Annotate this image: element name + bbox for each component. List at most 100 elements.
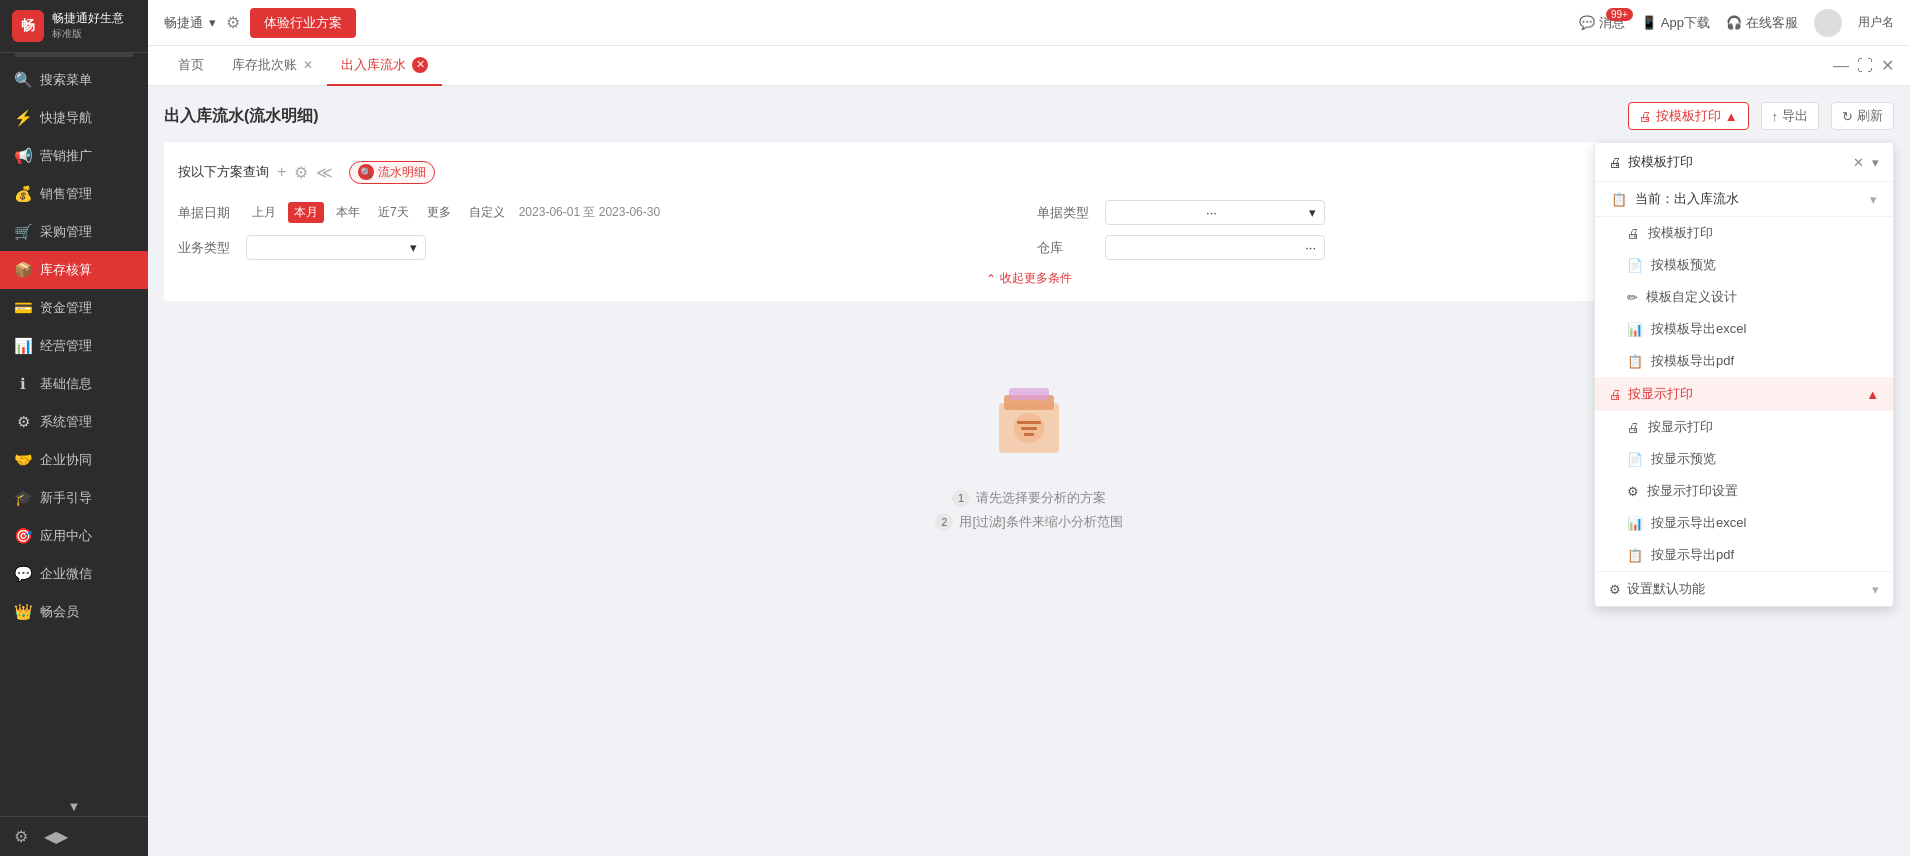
print-icon: 🖨 — [1639, 109, 1652, 124]
warehouse-more-icon: ··· — [1305, 240, 1316, 255]
dropdown-display-preview[interactable]: 📄 按显示预览 — [1595, 443, 1893, 475]
filter-biz-type-item: 业务类型 ▾ — [178, 235, 1021, 260]
tab-inventory-batch-close[interactable]: ✕ — [303, 58, 313, 72]
dropdown-close-icon[interactable]: ✕ — [1853, 155, 1864, 170]
filter-active-icon: 🔍 — [358, 164, 374, 180]
service-btn[interactable]: 🎧 在线客服 — [1726, 14, 1798, 32]
sidebar-item-cooperation[interactable]: 🤝 企业协同 — [0, 441, 148, 479]
dropdown-display-excel[interactable]: 📊 按显示导出excel — [1595, 507, 1893, 539]
tabs-close-icon[interactable]: ✕ — [1881, 56, 1894, 75]
logo-name: 畅捷通好生意 — [52, 11, 124, 27]
sidebar-item-finance[interactable]: 💳 资金管理 — [0, 289, 148, 327]
page-header: 出入库流水(流水明细) 🖨 按模板打印 ▲ ↑ 导出 ↻ 刷新 — [164, 102, 1894, 130]
cooperation-icon: 🤝 — [14, 451, 32, 469]
dropdown-footer[interactable]: ⚙ 设置默认功能 ▾ — [1595, 571, 1893, 606]
header-settings-icon[interactable]: ⚙ — [226, 13, 240, 32]
sidebar-item-wechat[interactable]: 💬 企业微信 — [0, 555, 148, 593]
filter-warehouse-label: 仓库 — [1037, 239, 1097, 257]
refresh-btn[interactable]: ↻ 刷新 — [1831, 102, 1894, 130]
tmpl-pdf-label: 按模板导出pdf — [1651, 352, 1734, 370]
message-badge: 99+ — [1606, 8, 1633, 21]
dropdown-display-print[interactable]: 🖨 按显示打印 — [1595, 411, 1893, 443]
tab-flow-close[interactable]: ✕ — [412, 57, 428, 73]
tabs-maximize-icon[interactable]: ⛶ — [1857, 57, 1873, 75]
user-avatar[interactable] — [1814, 9, 1842, 37]
disp-excel-icon: 📊 — [1627, 516, 1643, 531]
empty-step2: 2 用[过滤]条件来缩小分析范围 — [935, 513, 1122, 531]
tab-inventory-batch[interactable]: 库存批次账 ✕ — [218, 46, 327, 86]
dropdown-template-excel[interactable]: 📊 按模板导出excel — [1595, 313, 1893, 345]
display-section-label: 按显示打印 — [1628, 385, 1693, 403]
member-icon: 👑 — [14, 603, 32, 621]
print-template-btn[interactable]: 🖨 按模板打印 ▲ — [1628, 102, 1749, 130]
sidebar-item-system[interactable]: ⚙ 系统管理 — [0, 403, 148, 441]
disp-pdf-label: 按显示导出pdf — [1651, 546, 1734, 564]
export-btn[interactable]: ↑ 导出 — [1761, 102, 1820, 130]
tab-home[interactable]: 首页 — [164, 46, 218, 86]
sidebar-item-sales[interactable]: 💰 销售管理 — [0, 175, 148, 213]
tmpl-print-icon: 🖨 — [1627, 226, 1640, 241]
step1-num: 1 — [952, 489, 970, 507]
svg-rect-4 — [1017, 421, 1041, 424]
filter-warehouse-select[interactable]: ··· — [1105, 235, 1325, 260]
doc-type-chevron-down-icon: ▾ — [1309, 205, 1316, 220]
filter-collapse-icon[interactable]: ≪ — [316, 163, 333, 182]
sidebar-logo: 畅 畅捷通好生意 标准版 — [0, 0, 148, 53]
dropdown-display-pdf[interactable]: 📋 按显示导出pdf — [1595, 539, 1893, 571]
sidebar-item-marketing[interactable]: 📢 营销推广 — [0, 137, 148, 175]
main-area: 畅捷通 ▾ ⚙ 体验行业方案 💬 消息 99+ 📱 App下载 🎧 在线客服 用… — [148, 0, 1910, 856]
dropdown-template-preview[interactable]: 📄 按模板预览 — [1595, 249, 1893, 281]
sidebar-item-purchase[interactable]: 🛒 采购管理 — [0, 213, 148, 251]
sidebar-scroll-down[interactable]: ▼ — [0, 796, 148, 816]
sidebar-item-label: 系统管理 — [40, 413, 92, 431]
disp-excel-label: 按显示导出excel — [1651, 514, 1746, 532]
dropdown-template-pdf[interactable]: 📋 按模板导出pdf — [1595, 345, 1893, 377]
date-option-7days[interactable]: 近7天 — [372, 202, 415, 223]
app-center-icon: 🎯 — [14, 527, 32, 545]
export-icon: ↑ — [1772, 109, 1779, 124]
filter-add-btn[interactable]: + — [277, 163, 286, 181]
date-option-this-month[interactable]: 本月 — [288, 202, 324, 223]
sidebar-item-business[interactable]: 📊 经营管理 — [0, 327, 148, 365]
app-download-btn[interactable]: 📱 App下载 — [1641, 14, 1710, 32]
tab-flow-label: 出入库流水 — [341, 56, 406, 74]
dropdown-template-print[interactable]: 🖨 按模板打印 — [1595, 217, 1893, 249]
sidebar-settings-icon[interactable]: ⚙ — [14, 827, 28, 846]
dropdown-display-section[interactable]: 🖨 按显示打印 ▲ — [1595, 377, 1893, 411]
dropdown-display-settings[interactable]: ⚙ 按显示打印设置 — [1595, 475, 1893, 507]
header: 畅捷通 ▾ ⚙ 体验行业方案 💬 消息 99+ 📱 App下载 🎧 在线客服 用… — [148, 0, 1910, 46]
sidebar-item-label: 营销推广 — [40, 147, 92, 165]
dropdown-current-item[interactable]: 📋 当前：出入库流水 ▾ — [1595, 182, 1893, 216]
sidebar-item-newbie[interactable]: 🎓 新手引导 — [0, 479, 148, 517]
filter-active-tag[interactable]: 🔍 流水明细 — [349, 161, 435, 184]
dropdown-expand-icon[interactable]: ▾ — [1872, 155, 1879, 170]
current-template-label: 当前：出入库流水 — [1635, 190, 1739, 208]
service-label: 在线客服 — [1746, 14, 1798, 32]
industry-btn[interactable]: 体验行业方案 — [250, 8, 356, 38]
tmpl-custom-label: 模板自定义设计 — [1646, 288, 1737, 306]
filter-biz-type-select[interactable]: ▾ — [246, 235, 426, 260]
message-btn[interactable]: 💬 消息 99+ — [1579, 14, 1625, 32]
dropdown-template-custom[interactable]: ✏ 模板自定义设计 — [1595, 281, 1893, 313]
filter-doc-type-select[interactable]: ··· ▾ — [1105, 200, 1325, 225]
tmpl-custom-icon: ✏ — [1627, 290, 1638, 305]
step1-label: 请先选择要分析的方案 — [976, 489, 1106, 507]
date-option-this-year[interactable]: 本年 — [330, 202, 366, 223]
display-section-collapse-icon: ▲ — [1866, 387, 1879, 402]
date-option-last-month[interactable]: 上月 — [246, 202, 282, 223]
filter-settings-icon[interactable]: ⚙ — [294, 163, 308, 182]
sidebar-item-basic[interactable]: ℹ 基础信息 — [0, 365, 148, 403]
sidebar-item-member[interactable]: 👑 畅会员 — [0, 593, 148, 631]
date-option-custom[interactable]: 自定义 — [463, 202, 511, 223]
sidebar-item-quick-nav[interactable]: ⚡ 快捷导航 — [0, 99, 148, 137]
sidebar-item-app-center[interactable]: 🎯 应用中心 — [0, 517, 148, 555]
dropdown-header: 🖨 按模板打印 ✕ ▾ — [1595, 143, 1893, 182]
tab-flow[interactable]: 出入库流水 ✕ — [327, 46, 442, 86]
tabs-minimize-icon[interactable]: — — [1833, 57, 1849, 75]
dropdown-print-icon: 🖨 — [1609, 155, 1622, 170]
sidebar-collapse-icon[interactable]: ◀▶ — [44, 827, 68, 846]
sidebar-item-inventory[interactable]: 📦 库存核算 — [0, 251, 148, 289]
date-option-more[interactable]: 更多 — [421, 202, 457, 223]
sidebar-item-search[interactable]: 🔍 搜索菜单 — [0, 61, 148, 99]
company-selector[interactable]: 畅捷通 ▾ — [164, 14, 216, 32]
